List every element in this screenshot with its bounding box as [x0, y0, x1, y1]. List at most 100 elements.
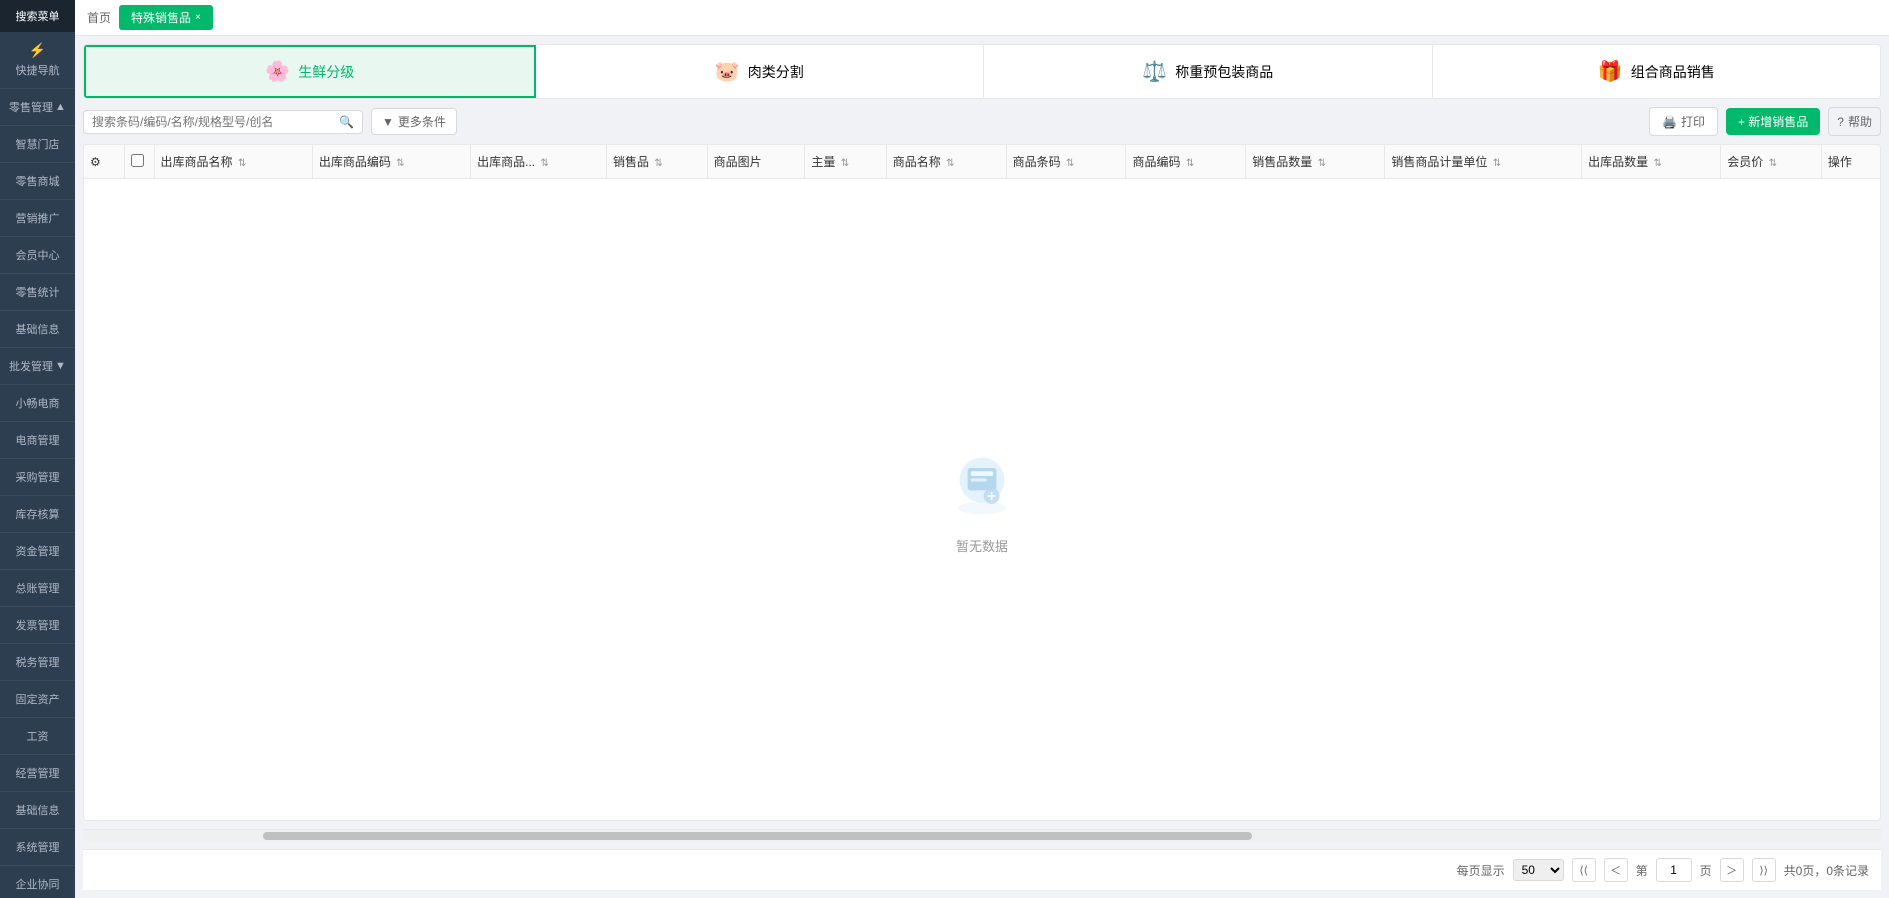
- sidebar-item-ecom-mgmt[interactable]: 电商管理: [0, 422, 75, 459]
- col-out-qty[interactable]: 出库品数量 ⇅: [1582, 145, 1721, 179]
- tab-close-button[interactable]: ×: [195, 12, 201, 23]
- toolbar: 🔍 ▼ 更多条件 🖨️ 打印 + 新增销售品 ? 帮助: [83, 107, 1881, 136]
- sidebar-item-quick-nav[interactable]: ⚡ 快捷导航: [0, 32, 75, 89]
- search-box[interactable]: 🔍: [83, 110, 363, 134]
- empty-icon: [942, 444, 1022, 524]
- col-out-code[interactable]: 出库商品编码 ⇅: [312, 145, 470, 179]
- capital-mgmt-label: 资金管理: [16, 543, 60, 559]
- col-member-price[interactable]: 会员价 ⇅: [1721, 145, 1822, 179]
- page-size-select[interactable]: 50 10 20 100: [1513, 859, 1564, 881]
- col-out-spec[interactable]: 出库商品... ⇅: [471, 145, 607, 179]
- toolbar-left: 🔍 ▼ 更多条件: [83, 108, 457, 135]
- col-product-name[interactable]: 商品名称 ⇅: [886, 145, 1006, 179]
- search-input[interactable]: [92, 115, 335, 129]
- new-button[interactable]: + 新增销售品: [1726, 108, 1820, 135]
- col-sales-qty-sort-icon: ⇅: [1318, 158, 1326, 169]
- col-check[interactable]: [124, 145, 154, 179]
- next-page-button[interactable]: ＞: [1720, 858, 1744, 882]
- sidebar-item-sales-promo[interactable]: 营销推广: [0, 200, 75, 237]
- page-size-label: 每页显示: [1457, 862, 1505, 879]
- col-gear[interactable]: ⚙: [84, 145, 124, 179]
- sidebar-item-business-mgmt[interactable]: 经营管理: [0, 755, 75, 792]
- business-mgmt-label: 经营管理: [16, 765, 60, 781]
- sidebar-item-mini-ecom[interactable]: 小畅电商: [0, 385, 75, 422]
- sidebar-item-enterprise-coop[interactable]: 企业协同: [0, 866, 75, 898]
- meat-cut-label: 肉类分割: [748, 62, 804, 82]
- col-product-img-label: 商品图片: [714, 155, 762, 169]
- col-sales-unit-label: 销售商品计量单位: [1391, 155, 1487, 169]
- col-sales-unit[interactable]: 销售商品计量单位 ⇅: [1385, 145, 1582, 179]
- col-weight[interactable]: 主量 ⇅: [805, 145, 886, 179]
- horizontal-scrollbar[interactable]: [83, 829, 1881, 841]
- purchase-mgmt-label: 采购管理: [16, 469, 60, 485]
- col-product-code[interactable]: 商品编码 ⇅: [1126, 145, 1246, 179]
- cat-tab-fresh-grade[interactable]: 🌸 生鲜分级: [84, 45, 536, 98]
- weight-pack-icon: ⚖️: [1142, 59, 1167, 84]
- first-page-button[interactable]: ⟨⟨: [1572, 858, 1596, 882]
- sidebar-item-fixed-assets[interactable]: 固定资产: [0, 681, 75, 718]
- new-label: + 新增销售品: [1738, 113, 1808, 130]
- sidebar-item-smart-store[interactable]: 智慧门店: [0, 126, 75, 163]
- col-product-code-sort-icon: ⇅: [1186, 158, 1194, 169]
- wholesale-mgmt-label: 批发管理: [9, 358, 53, 374]
- page-number-input[interactable]: [1656, 858, 1692, 882]
- fresh-grade-icon: 🌸: [265, 59, 290, 84]
- help-button[interactable]: ? 帮助: [1828, 107, 1881, 136]
- sidebar-item-basic-info[interactable]: 基础信息: [0, 311, 75, 348]
- col-out-name-label: 出库商品名称: [161, 155, 233, 169]
- pagination: 每页显示 50 10 20 100 ⟨⟨ ＜ 第 页 ＞ ⟩⟩ 共0页，0条记录: [83, 849, 1881, 890]
- col-weight-sort-icon: ⇅: [841, 158, 849, 169]
- col-out-qty-sort-icon: ⇅: [1654, 158, 1662, 169]
- sidebar-item-basic-info2[interactable]: 基础信息: [0, 792, 75, 829]
- page-content: 🌸 生鲜分级 🐷 肉类分割 ⚖️ 称重预包装商品 🎁 组合商品销售 🔍: [75, 36, 1889, 898]
- combo-sales-label: 组合商品销售: [1631, 62, 1715, 82]
- sidebar-item-retail-mgmt[interactable]: 零售管理 ▲: [0, 89, 75, 126]
- col-out-code-label: 出库商品编码: [319, 155, 391, 169]
- sidebar-item-system-mgmt[interactable]: 系统管理: [0, 829, 75, 866]
- col-product-name-sort-icon: ⇅: [946, 158, 954, 169]
- sidebar-item-retail-stats[interactable]: 零售统计: [0, 274, 75, 311]
- col-member-price-sort-icon: ⇅: [1769, 158, 1777, 169]
- col-out-name-sort-icon: ⇅: [238, 158, 246, 169]
- sidebar-item-salary[interactable]: 工资: [0, 718, 75, 755]
- col-barcode-label: 商品条码: [1013, 155, 1061, 169]
- cat-tab-weight-pack[interactable]: ⚖️ 称重预包装商品: [984, 45, 1433, 98]
- sidebar-item-label: 快捷导航: [16, 62, 60, 78]
- sidebar-item-invoice-mgmt[interactable]: 发票管理: [0, 607, 75, 644]
- scrollbar-thumb[interactable]: [263, 832, 1252, 840]
- enterprise-coop-label: 企业协同: [16, 876, 60, 892]
- retail-mgmt-arrow: ▲: [55, 101, 66, 113]
- retail-stats-label: 零售统计: [16, 284, 60, 300]
- col-member-price-label: 会员价: [1727, 155, 1763, 169]
- col-barcode[interactable]: 商品条码 ⇅: [1006, 145, 1126, 179]
- sidebar-item-tax-mgmt[interactable]: 税务管理: [0, 644, 75, 681]
- sidebar-item-capital-mgmt[interactable]: 资金管理: [0, 533, 75, 570]
- col-sales-item[interactable]: 销售品 ⇅: [607, 145, 708, 179]
- col-weight-label: 主量: [811, 155, 835, 169]
- col-sales-qty[interactable]: 销售品数量 ⇅: [1246, 145, 1385, 179]
- sidebar-logo[interactable]: 搜索菜单: [0, 0, 75, 32]
- col-out-name[interactable]: 出库商品名称 ⇅: [154, 145, 312, 179]
- sidebar-item-retail-mall[interactable]: 零售商城: [0, 163, 75, 200]
- total-info: 共0页，0条记录: [1784, 862, 1869, 879]
- active-tab[interactable]: 特殊销售品 ×: [119, 5, 213, 30]
- col-sales-qty-label: 销售品数量: [1252, 155, 1312, 169]
- filter-button[interactable]: ▼ 更多条件: [371, 108, 457, 135]
- invoice-mgmt-label: 发票管理: [16, 617, 60, 633]
- prev-page-button[interactable]: ＜: [1604, 858, 1628, 882]
- weight-pack-label: 称重预包装商品: [1175, 62, 1273, 82]
- last-page-button[interactable]: ⟩⟩: [1752, 858, 1776, 882]
- system-mgmt-label: 系统管理: [16, 839, 60, 855]
- sidebar-item-member-center[interactable]: 会员中心: [0, 237, 75, 274]
- category-tabs: 🌸 生鲜分级 🐷 肉类分割 ⚖️ 称重预包装商品 🎁 组合商品销售: [83, 44, 1881, 99]
- cat-tab-combo-sales[interactable]: 🎁 组合商品销售: [1433, 45, 1881, 98]
- select-all-checkbox[interactable]: [131, 154, 144, 167]
- print-icon: 🖨️: [1662, 115, 1677, 129]
- cat-tab-meat-cut[interactable]: 🐷 肉类分割: [536, 45, 985, 98]
- print-button[interactable]: 🖨️ 打印: [1649, 107, 1718, 136]
- sidebar-item-purchase-mgmt[interactable]: 采购管理: [0, 459, 75, 496]
- sidebar-item-wholesale-mgmt[interactable]: 批发管理 ▼: [0, 348, 75, 385]
- sidebar-item-general-ledger[interactable]: 总账管理: [0, 570, 75, 607]
- print-label: 打印: [1681, 113, 1705, 130]
- sidebar-item-stock-check[interactable]: 库存核算: [0, 496, 75, 533]
